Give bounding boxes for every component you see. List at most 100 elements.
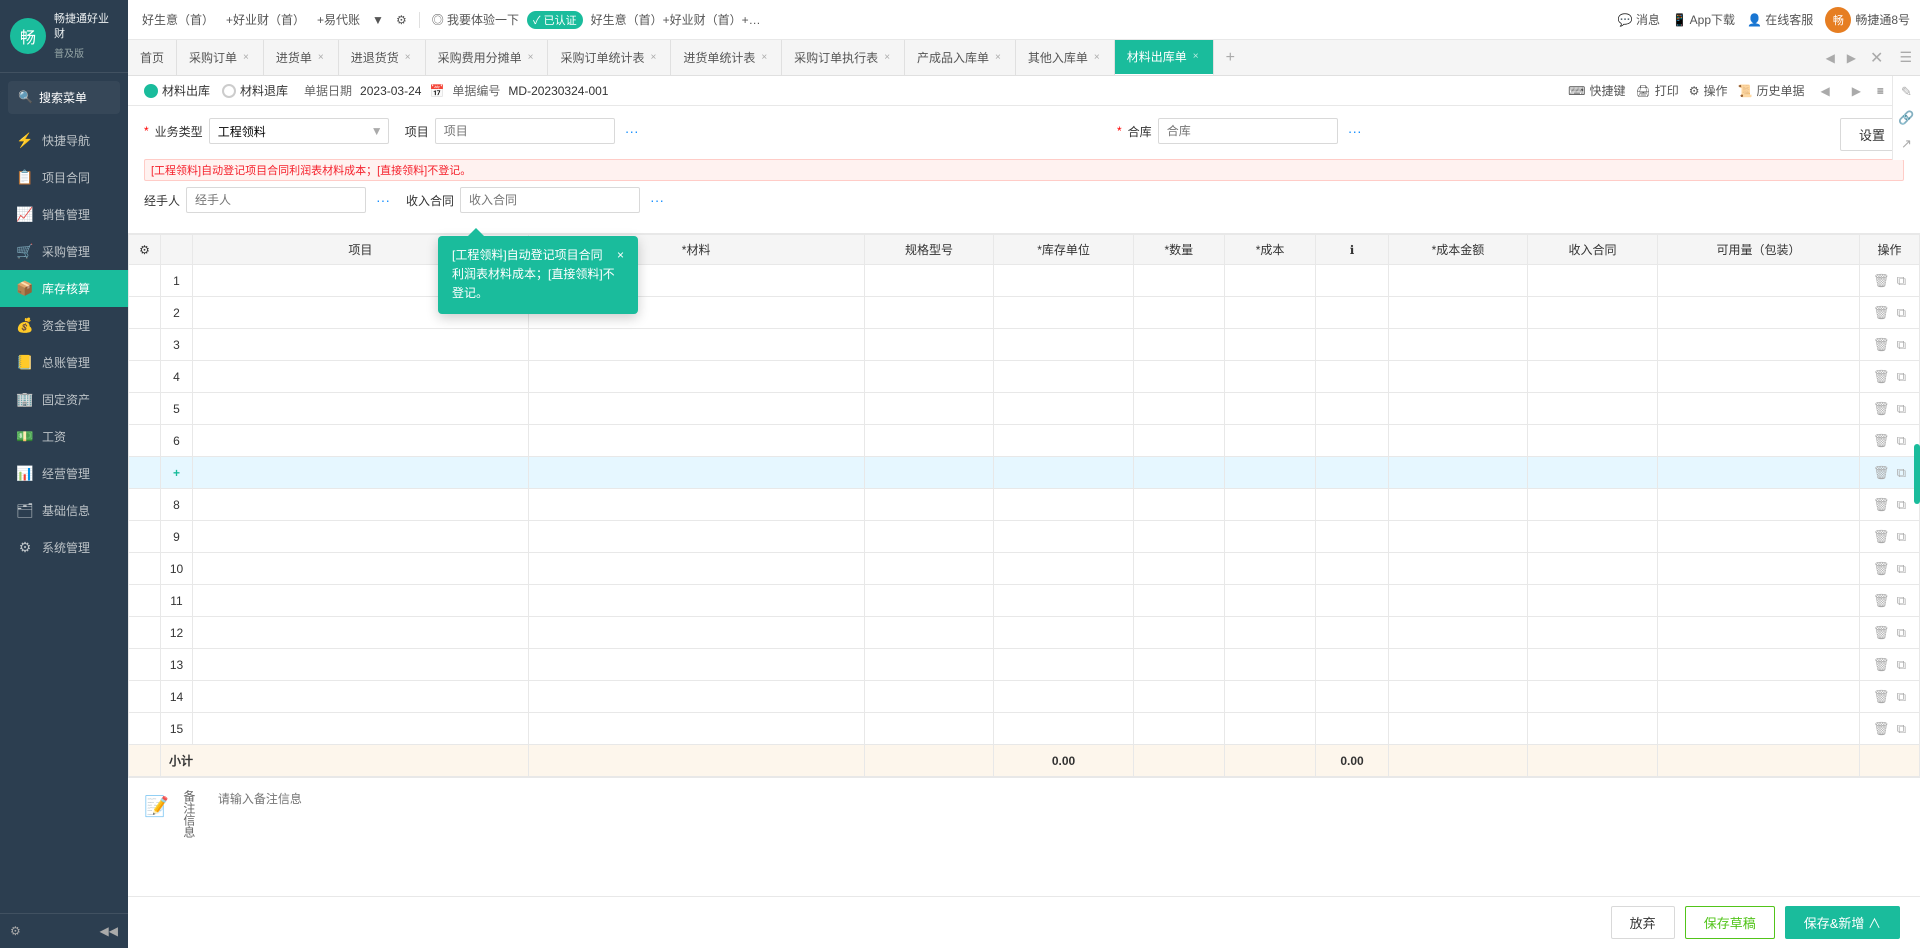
row-available-cell[interactable] [1658,393,1860,425]
topbar-nav-good-biz[interactable]: 好生意（首） [138,9,218,30]
row-copy-btn[interactable]: ⧉ [1895,303,1908,323]
row-available-cell[interactable] [1658,585,1860,617]
sidebar-item-ledger[interactable]: 📒 总账管理 [0,344,128,381]
row-delete-btn[interactable]: 🗑 [1871,623,1892,643]
warehouse-more-icon[interactable]: ··· [1348,123,1362,139]
row-spec-cell[interactable] [864,297,994,329]
row-copy-btn[interactable]: ⧉ [1895,495,1908,515]
row-unit-cell[interactable] [994,521,1133,553]
save-draft-btn[interactable]: 保存草稿 [1685,906,1775,939]
tab-home[interactable]: 首页 [128,40,177,76]
save-new-btn[interactable]: 保存&新增 ∧ [1785,906,1900,939]
row-project-cell[interactable] [193,521,529,553]
row-available-cell[interactable] [1658,713,1860,745]
row-cost-cell[interactable] [1224,649,1315,681]
record-next-btn[interactable]: ▶ [1846,84,1867,98]
row-available-cell[interactable] [1658,521,1860,553]
col-income-contract[interactable]: 收入合同 [1528,235,1658,265]
close-all-btn[interactable]: ✕ [1862,48,1891,68]
col-cost[interactable]: *成本 [1224,235,1315,265]
row-cost-cell[interactable] [1224,521,1315,553]
row-spec-cell[interactable] [864,617,994,649]
sidebar-item-operations[interactable]: 📊 经营管理 [0,455,128,492]
row-income-contract-cell[interactable] [1528,553,1658,585]
col-unit[interactable]: *库存单位 [994,235,1133,265]
row-copy-btn[interactable]: ⧉ [1895,719,1908,739]
row-delete-btn[interactable]: 🗑 [1871,431,1892,451]
row-material-input[interactable] [535,466,858,480]
add-row-btn[interactable]: + [173,466,180,480]
notes-input[interactable] [218,790,1904,840]
row-spec-cell[interactable] [864,585,994,617]
row-cost-cell[interactable] [1224,393,1315,425]
row-delete-btn[interactable]: 🗑 [1871,303,1892,323]
row-cost-cell[interactable] [1224,553,1315,585]
topbar-nav-dropdown[interactable]: ▼ [368,11,388,29]
row-spec-cell[interactable] [864,553,994,585]
row-qty-cell[interactable] [1133,425,1224,457]
row-qty-cell[interactable] [1133,617,1224,649]
tab-purchase-expense[interactable]: 采购费用分摊单× [426,40,549,76]
app-download-btn[interactable]: 📱 App下载 [1672,11,1735,28]
settings-bottom-icon[interactable]: ⚙ [10,924,21,938]
tab-receive-stat[interactable]: 进货单统计表× [671,40,782,76]
row-spec-cell[interactable] [864,425,994,457]
row-spec-cell[interactable] [864,393,994,425]
sidebar-search[interactable]: 🔍 搜索菜单 [8,81,120,114]
income-contract-more-icon[interactable]: ··· [650,192,664,208]
row-copy-btn[interactable]: ⧉ [1895,623,1908,643]
row-cost-amount-cell[interactable] [1388,329,1527,361]
topbar-suite[interactable]: 好生意（首）+好业财（首）+… [587,9,765,30]
row-spec-cell[interactable] [864,265,994,297]
radio-material-return[interactable]: 材料退库 [222,82,288,99]
tab-close-icon[interactable]: × [1092,52,1102,63]
tab-return-goods[interactable]: 进退货货× [339,40,426,76]
row-cost-amount-cell[interactable] [1388,553,1527,585]
row-qty-cell[interactable] [1133,713,1224,745]
tab-close-icon[interactable]: × [759,52,769,63]
row-cost-amount-cell[interactable] [1388,649,1527,681]
row-delete-btn[interactable]: 🗑 [1871,335,1892,355]
row-material-cell[interactable] [528,393,864,425]
row-cost-amount-cell[interactable] [1388,585,1527,617]
row-project-cell[interactable] [193,585,529,617]
tooltip-close-btn[interactable]: × [617,246,624,265]
row-material-cell[interactable] [528,329,864,361]
row-cost-amount-cell[interactable] [1388,425,1527,457]
row-cost-amount-cell[interactable] [1388,681,1527,713]
row-delete-btn[interactable]: 🗑 [1871,271,1892,291]
row-spec-cell[interactable] [864,457,994,489]
row-material-cell[interactable] [528,585,864,617]
calendar-icon[interactable]: 📅 [429,84,444,98]
sidebar-item-salary[interactable]: 💵 工资 [0,418,128,455]
row-cost-amount-cell[interactable] [1388,489,1527,521]
right-panel-export-btn[interactable]: ↗ [1895,132,1919,156]
row-copy-btn[interactable]: ⧉ [1895,431,1908,451]
row-spec-cell[interactable] [864,329,994,361]
row-qty-cell[interactable] [1133,329,1224,361]
row-material-cell[interactable] [528,457,864,489]
row-qty-cell[interactable] [1133,393,1224,425]
row-qty-cell[interactable] [1133,297,1224,329]
row-income-contract-cell[interactable] [1528,585,1658,617]
tab-close-icon[interactable]: × [526,52,536,63]
row-available-cell[interactable] [1658,617,1860,649]
row-unit-cell[interactable] [994,617,1133,649]
row-unit-cell[interactable] [994,361,1133,393]
row-material-cell[interactable] [528,361,864,393]
row-cost-amount-cell[interactable] [1388,297,1527,329]
row-copy-btn[interactable]: ⧉ [1895,559,1908,579]
tab-finished-goods[interactable]: 产成品入库单× [905,40,1016,76]
row-available-cell[interactable] [1658,265,1860,297]
tab-purchase-receive[interactable]: 进货单× [264,40,339,76]
row-cost-cell[interactable] [1224,457,1315,489]
row-delete-btn[interactable]: 🗑 [1871,527,1892,547]
row-delete-btn[interactable]: 🗑 [1871,495,1892,515]
row-income-contract-cell[interactable] [1528,329,1658,361]
row-project-cell[interactable] [193,553,529,585]
row-project-cell[interactable] [193,681,529,713]
row-income-contract-cell[interactable] [1528,297,1658,329]
right-panel-link-btn[interactable]: 🔗 [1895,106,1919,130]
tab-other-in[interactable]: 其他入库单× [1016,40,1115,76]
row-qty-cell[interactable] [1133,457,1224,489]
